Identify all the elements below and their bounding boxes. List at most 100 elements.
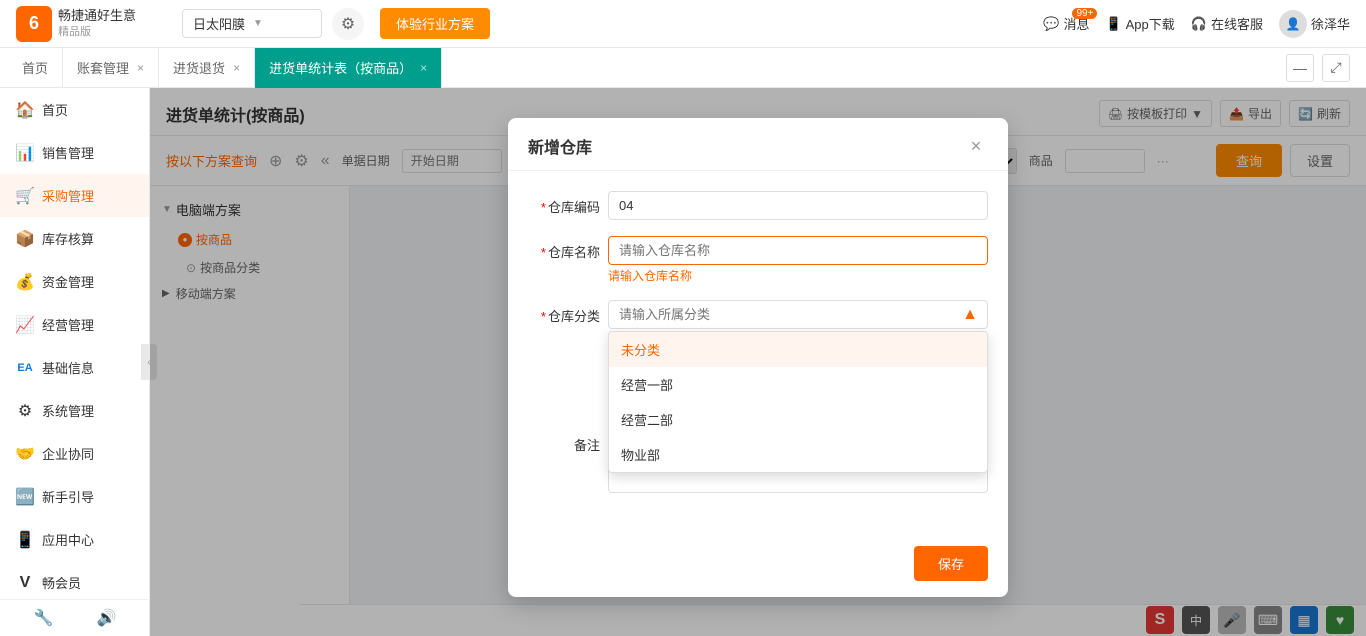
warehouse-name-input[interactable] bbox=[608, 236, 988, 265]
main-layout: 🏠 首页 📊 销售管理 🛒 采购管理 📦 库存核算 💰 资金管理 📈 经营管理 … bbox=[0, 88, 1366, 636]
warehouse-category-wrapper: ▲ 未分类 经营一部 经营二部 物业部 bbox=[608, 300, 988, 329]
sidebar: 🏠 首页 📊 销售管理 🛒 采购管理 📦 库存核算 💰 资金管理 📈 经营管理 … bbox=[0, 88, 150, 636]
sidebar-item-operations[interactable]: 📈 经营管理 bbox=[0, 303, 149, 346]
tab-home[interactable]: 首页 bbox=[8, 48, 63, 88]
brand-name: 畅捷通好生意 bbox=[58, 8, 136, 24]
tab-account-label: 账套管理 bbox=[77, 58, 129, 77]
collab-icon: 🤝 bbox=[16, 445, 34, 463]
dialog-close-button[interactable]: × bbox=[964, 134, 988, 158]
warehouse-name-wrapper: 请输入仓库名称 bbox=[608, 236, 988, 284]
dialog-footer: 保存 bbox=[508, 534, 1008, 597]
online-service-label: 在线客服 bbox=[1211, 14, 1263, 33]
sidebar-item-home-label: 首页 bbox=[42, 100, 68, 119]
dialog-body: 仓库编码 仓库名称 请输入仓库名称 bbox=[508, 171, 1008, 534]
tab-purchase-stats[interactable]: 进货单统计表（按商品） × bbox=[255, 48, 442, 88]
category-toggle-icon[interactable]: ▲ bbox=[962, 306, 978, 324]
user-name: 徐泽华 bbox=[1311, 14, 1350, 33]
warehouse-code-wrapper bbox=[608, 191, 988, 220]
tab-account-management[interactable]: 账套管理 × bbox=[63, 48, 159, 88]
headset-icon: 🎧 bbox=[1191, 16, 1207, 32]
sales-icon: 📊 bbox=[16, 144, 34, 162]
purchase-icon: 🛒 bbox=[16, 187, 34, 205]
tab-maximize-button[interactable]: ⤢ bbox=[1322, 54, 1350, 82]
message-button[interactable]: 💬 消息 99+ bbox=[1043, 14, 1089, 33]
sidebar-item-guide-label: 新手引导 bbox=[42, 487, 94, 506]
dialog-save-button[interactable]: 保存 bbox=[914, 546, 988, 581]
sidebar-item-inventory[interactable]: 📦 库存核算 bbox=[0, 217, 149, 260]
sidebar-sound-icon[interactable]: 🔊 bbox=[97, 608, 117, 628]
warehouse-name-row: 仓库名称 请输入仓库名称 bbox=[528, 236, 988, 284]
category-dropdown: 未分类 经营一部 经营二部 物业部 bbox=[608, 331, 988, 473]
gear-icon: ⚙ bbox=[341, 14, 355, 34]
sidebar-item-basic-info-label: 基础信息 bbox=[42, 358, 94, 377]
phone-icon: 📱 bbox=[1105, 16, 1121, 32]
store-name: 日太阳膜 bbox=[193, 14, 245, 33]
sidebar-bottom-icons: 🔧 🔊 bbox=[0, 599, 150, 636]
sidebar-item-app-center[interactable]: 📱 应用中心 bbox=[0, 518, 149, 561]
tab-purchase-return-label: 进货退货 bbox=[173, 58, 225, 77]
warehouse-category-input[interactable] bbox=[608, 300, 988, 329]
app-download-button[interactable]: 📱 App下载 bbox=[1105, 14, 1174, 33]
tab-bar: 首页 账套管理 × 进货退货 × 进货单统计表（按商品） × — ⤢ bbox=[0, 48, 1366, 88]
brand-text: 畅捷通好生意 精品版 bbox=[58, 8, 136, 40]
home-icon: 🏠 bbox=[16, 101, 34, 119]
system-icon: ⚙ bbox=[16, 402, 34, 420]
sidebar-item-inventory-label: 库存核算 bbox=[42, 229, 94, 248]
dialog-title: 新增仓库 bbox=[528, 134, 592, 158]
tab-purchase-stats-label: 进货单统计表（按商品） bbox=[269, 58, 412, 77]
sidebar-item-member[interactable]: V 畅会员 bbox=[0, 561, 149, 604]
online-service-button[interactable]: 🎧 在线客服 bbox=[1191, 14, 1263, 33]
warehouse-code-label: 仓库编码 bbox=[528, 191, 608, 216]
sidebar-item-guide[interactable]: 🆕 新手引导 bbox=[0, 475, 149, 518]
warehouse-code-input[interactable] bbox=[608, 191, 988, 220]
dropdown-option-property[interactable]: 物业部 bbox=[609, 437, 987, 472]
sidebar-item-purchase[interactable]: 🛒 采购管理 bbox=[0, 174, 149, 217]
warehouse-name-label: 仓库名称 bbox=[528, 236, 608, 261]
user-avatar: 👤 bbox=[1279, 10, 1307, 38]
brand-sub: 精品版 bbox=[58, 23, 136, 39]
tab-purchase-stats-close-icon[interactable]: × bbox=[420, 61, 427, 75]
tab-minimize-button[interactable]: — bbox=[1286, 54, 1314, 82]
sidebar-item-system[interactable]: ⚙ 系统管理 bbox=[0, 389, 149, 432]
store-selector[interactable]: 日太阳膜 ▼ bbox=[182, 9, 322, 38]
tab-account-close-icon[interactable]: × bbox=[137, 61, 144, 75]
operations-icon: 📈 bbox=[16, 316, 34, 334]
dialog-header: 新增仓库 × bbox=[508, 118, 1008, 171]
sidebar-item-sales-label: 销售管理 bbox=[42, 143, 94, 162]
sidebar-item-sales[interactable]: 📊 销售管理 bbox=[0, 131, 149, 174]
store-dropdown-arrow: ▼ bbox=[253, 18, 263, 29]
dropdown-option-unclassified[interactable]: 未分类 bbox=[609, 332, 987, 367]
app-center-icon: 📱 bbox=[16, 531, 34, 549]
tab-home-label: 首页 bbox=[22, 58, 48, 77]
sidebar-item-finance[interactable]: 💰 资金管理 bbox=[0, 260, 149, 303]
sidebar-item-collab[interactable]: 🤝 企业协同 bbox=[0, 432, 149, 475]
sidebar-item-home[interactable]: 🏠 首页 bbox=[0, 88, 149, 131]
finance-icon: 💰 bbox=[16, 273, 34, 291]
top-header: 6 畅捷通好生意 精品版 日太阳膜 ▼ ⚙ 体验行业方案 💬 消息 99+ 📱 … bbox=[0, 0, 1366, 48]
guide-icon: 🆕 bbox=[16, 488, 34, 506]
content-area: 进货单统计(按商品) 🖨 按模板打印 ▼ 📤 导出 🔄 刷新 bbox=[150, 88, 1366, 636]
tab-purchase-return[interactable]: 进货退货 × bbox=[159, 48, 255, 88]
user-profile-button[interactable]: 👤 徐泽华 bbox=[1279, 10, 1350, 38]
basic-info-icon: EA bbox=[16, 359, 34, 377]
new-warehouse-dialog: 新增仓库 × 仓库编码 仓库名称 bbox=[508, 118, 1008, 597]
sidebar-item-member-label: 畅会员 bbox=[42, 573, 81, 592]
trial-industry-button[interactable]: 体验行业方案 bbox=[380, 8, 490, 39]
sidebar-item-system-label: 系统管理 bbox=[42, 401, 94, 420]
warehouse-code-row: 仓库编码 bbox=[528, 191, 988, 220]
sidebar-item-basic-info[interactable]: EA 基础信息 bbox=[0, 346, 149, 389]
dropdown-option-ops2[interactable]: 经营二部 bbox=[609, 402, 987, 437]
dropdown-option-ops1[interactable]: 经营一部 bbox=[609, 367, 987, 402]
tab-purchase-return-close-icon[interactable]: × bbox=[233, 61, 240, 75]
warehouse-category-row: 仓库分类 ▲ 未分类 经营一部 经营二部 物业部 bbox=[528, 300, 988, 329]
settings-gear-button[interactable]: ⚙ bbox=[332, 8, 364, 40]
header-right: 💬 消息 99+ 📱 App下载 🎧 在线客服 👤 徐泽华 bbox=[1043, 10, 1350, 38]
sidebar-item-purchase-label: 采购管理 bbox=[42, 186, 94, 205]
sidebar-item-operations-label: 经营管理 bbox=[42, 315, 94, 334]
modal-overlay[interactable]: 新增仓库 × 仓库编码 仓库名称 bbox=[150, 88, 1366, 636]
logo-area: 6 畅捷通好生意 精品版 bbox=[16, 6, 166, 42]
inventory-icon: 📦 bbox=[16, 230, 34, 248]
sidebar-item-finance-label: 资金管理 bbox=[42, 272, 94, 291]
sidebar-settings-icon[interactable]: 🔧 bbox=[34, 608, 54, 628]
app-logo-icon: 6 bbox=[16, 6, 52, 42]
